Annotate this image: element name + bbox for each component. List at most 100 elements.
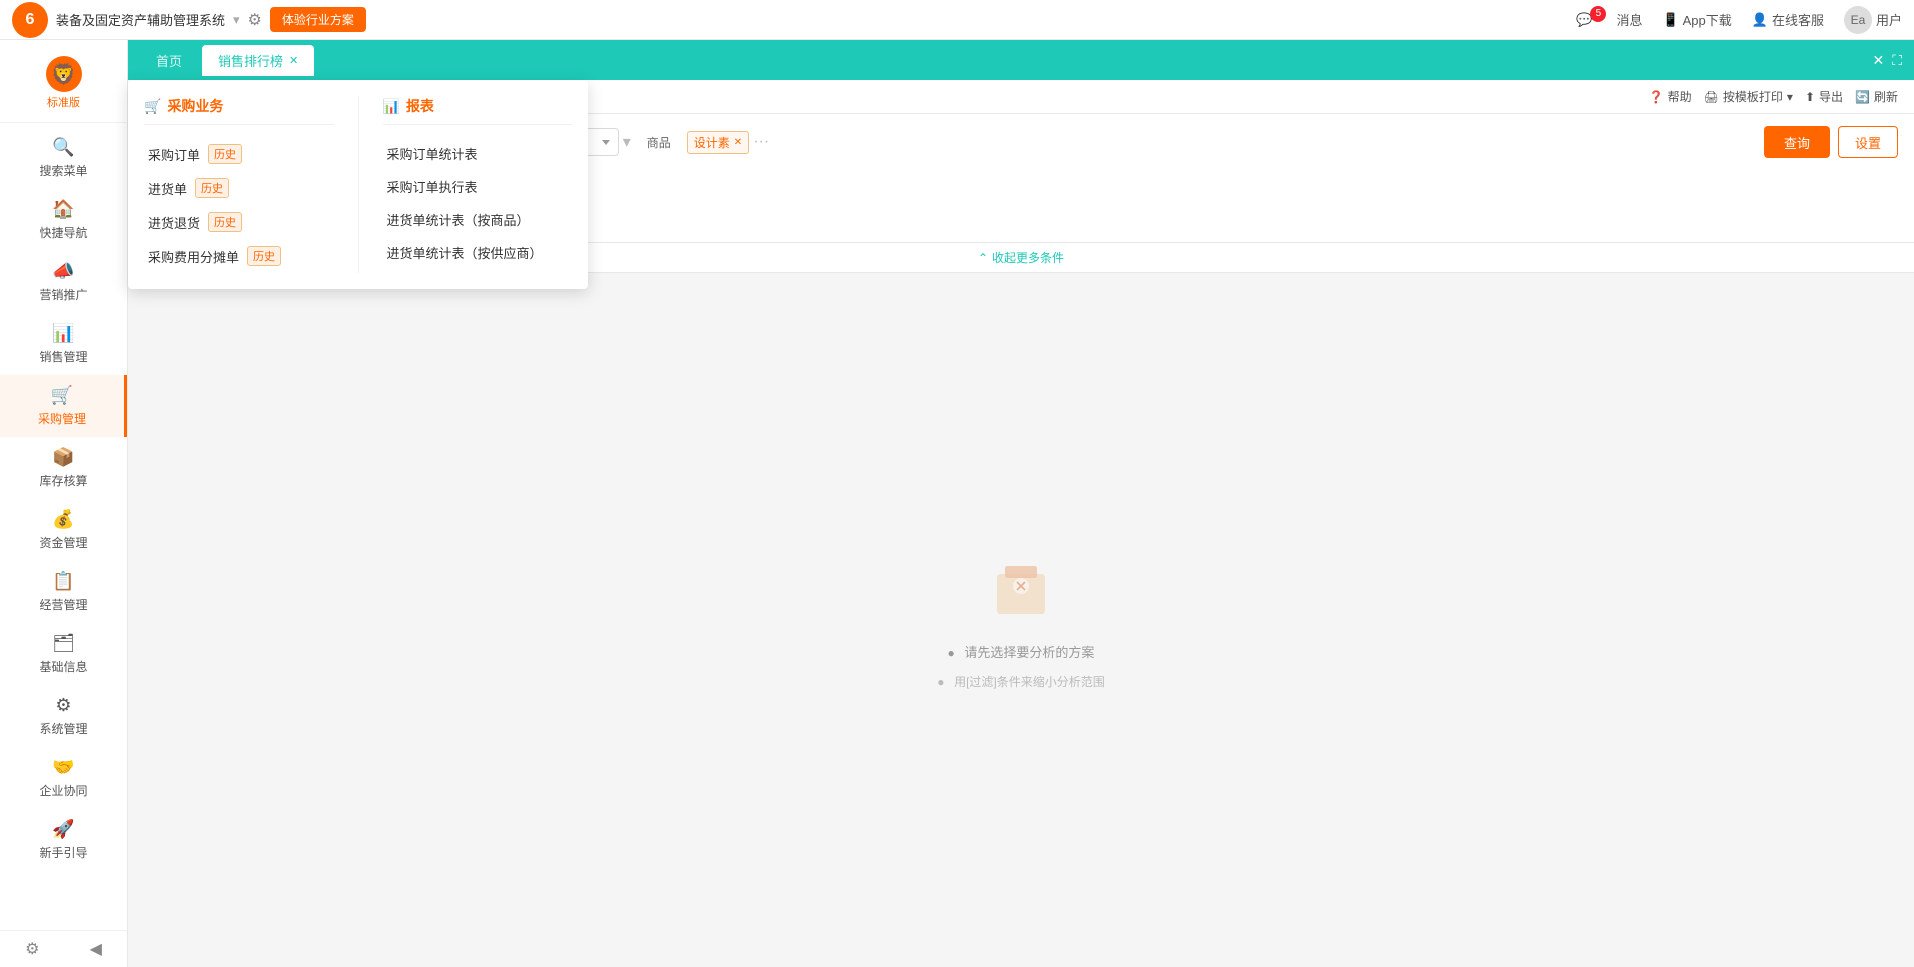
tab-close-all-icon[interactable]: ✕ (1872, 52, 1884, 69)
sidebar-item-sales[interactable]: 📊 销售管理 (0, 313, 127, 375)
dropdown-item-label: 进货退货 (148, 213, 200, 232)
sidebar-item-purchase[interactable]: 🛒 采购管理 (0, 375, 127, 437)
status-more-btn[interactable]: ▾ (623, 132, 631, 152)
dropdown-item-po-exec[interactable]: 采购订单执行表 (383, 170, 573, 203)
dropdown-col1-title: 🛒 采购业务 (144, 96, 334, 125)
purchase-icon: 🛒 (51, 385, 73, 406)
sidebar-item-system[interactable]: ⚙ 系统管理 (0, 685, 127, 747)
export-icon: ⬆ (1805, 90, 1815, 104)
dropdown-item-return[interactable]: 进货退货 历史 (144, 205, 334, 239)
tab-bar-right: ✕ ⛶ (1872, 52, 1902, 69)
tab-expand-icon[interactable]: ⛶ (1892, 52, 1902, 69)
sidebar-label-quick-nav: 快捷导航 (39, 224, 87, 241)
sidebar-item-basic-info[interactable]: 🗂 基础信息 (0, 623, 127, 685)
app-download-item[interactable]: 📱 App下载 (1662, 10, 1731, 29)
search-icon: 🔍 (52, 137, 74, 158)
export-button[interactable]: ⬆ 导出 (1805, 88, 1843, 105)
tab-sales-rank[interactable]: 销售排行榜 ✕ (202, 45, 314, 76)
print-dropdown-icon[interactable]: ▾ (1787, 90, 1793, 104)
history-badge: 历史 (208, 212, 242, 232)
sidebar-item-guide[interactable]: 🚀 新手引导 (0, 809, 127, 871)
settings-button[interactable]: 设置 (1838, 126, 1898, 158)
tab-home[interactable]: 首页 (140, 45, 198, 76)
sidebar-item-quick-nav[interactable]: 🏠 快捷导航 (0, 189, 127, 251)
sidebar-item-operations[interactable]: 📋 经营管理 (0, 561, 127, 623)
sidebar-label-sales: 销售管理 (39, 348, 87, 365)
refresh-button[interactable]: 🔄 刷新 (1855, 88, 1898, 105)
goods-tag-close[interactable]: ✕ (734, 137, 742, 148)
history-badge: 历史 (247, 246, 281, 266)
avatar: Ea (1844, 6, 1872, 34)
print-icon: 🖨 (1704, 90, 1719, 104)
operations-icon: 📋 (52, 571, 74, 592)
tab-bar: 首页 销售排行榜 ✕ ✕ ⛶ (128, 40, 1914, 80)
goods-more-btn[interactable]: ··· (753, 133, 769, 151)
dropdown-col-purchase: 🛒 采购业务 采购订单 历史 进货单 历史 进货退货 历史 采购费用分摊单 历史 (144, 96, 334, 273)
top-bar-actions: 体验行业方案 (270, 7, 366, 32)
empty-text-1: 请先选择要分析的方案 (964, 645, 1094, 660)
sidebar-label-basic-info: 基础信息 (39, 658, 87, 675)
print-button[interactable]: 🖨 按模板打印 ▾ (1704, 88, 1793, 105)
collapse-sidebar-icon[interactable]: ◀ (90, 939, 102, 959)
sidebar-logo-text: 标准版 (47, 94, 80, 110)
dropdown-item-label: 采购订单执行表 (387, 177, 478, 196)
col1-icon: 🛒 (144, 98, 161, 115)
dropdown-col2-title: 📊 报表 (383, 96, 573, 125)
query-button[interactable]: 查询 (1764, 126, 1830, 158)
sidebar-label-purchase: 采购管理 (38, 410, 86, 427)
basic-info-icon: 🗂 (52, 633, 75, 654)
empty-illustration (981, 550, 1061, 630)
tab-close-icon[interactable]: ✕ (289, 54, 298, 67)
sidebar-label-system: 系统管理 (39, 720, 87, 737)
sidebar: 🦁 标准版 🔍 搜索菜单 🏠 快捷导航 📣 营销推广 📊 销售管理 🛒 采购管理… (0, 40, 128, 967)
sidebar-item-search[interactable]: 🔍 搜索菜单 (0, 127, 127, 189)
sidebar-label-inventory: 库存核算 (39, 472, 87, 489)
finance-icon: 💰 (52, 509, 74, 530)
sidebar-logo: 🦁 (46, 56, 82, 92)
dropdown-item-po-stats[interactable]: 采购订单统计表 (383, 137, 573, 170)
dropdown-item-receive-stats-supplier[interactable]: 进货单统计表（按供应商） (383, 236, 573, 269)
dropdown-col-reports: 📊 报表 采购订单统计表 采购订单执行表 进货单统计表（按商品） 进货单统计表（… (383, 96, 573, 273)
message-icon-item[interactable]: 💬 5 消息 (1576, 10, 1642, 29)
system-icon: ⚙ (55, 695, 71, 716)
system-title: 装备及固定资产辅助管理系统 (56, 10, 225, 29)
dropdown-item-label: 采购订单统计表 (387, 144, 478, 163)
tab-sales-rank-label: 销售排行榜 (218, 51, 283, 70)
user-label: 用户 (1876, 10, 1902, 29)
sidebar-item-marketing[interactable]: 📣 营销推广 (0, 251, 127, 313)
phone-icon: 📱 (1662, 12, 1678, 28)
history-badge: 历史 (208, 144, 242, 164)
dropdown-divider (358, 96, 359, 273)
sidebar-label-guide: 新手引导 (39, 844, 87, 861)
message-label: 消息 (1616, 10, 1642, 29)
goods-label: 商品 (647, 134, 671, 151)
dropdown-item-receive-stats-goods[interactable]: 进货单统计表（按商品） (383, 203, 573, 236)
sidebar-item-enterprise[interactable]: 🤝 企业协同 (0, 747, 127, 809)
user-item[interactable]: Ea 用户 (1844, 6, 1902, 34)
sales-icon: 📊 (52, 323, 74, 344)
dropdown-item-receive[interactable]: 进货单 历史 (144, 171, 334, 205)
history-badge: 历史 (195, 178, 229, 198)
enterprise-icon: 🤝 (52, 757, 74, 778)
industry-solution-button[interactable]: 体验行业方案 (270, 7, 366, 32)
service-icon: 👤 (1752, 12, 1768, 28)
dropdown-item-purchase-order[interactable]: 采购订单 历史 (144, 137, 334, 171)
online-service-item[interactable]: 👤 在线客服 (1752, 10, 1824, 29)
settings-icon[interactable]: ⚙ (248, 10, 262, 30)
dropdown-item-expense[interactable]: 采购费用分摊单 历史 (144, 239, 334, 273)
logo-icon: 6 (12, 2, 48, 38)
dropdown-item-label: 采购费用分摊单 (148, 247, 239, 266)
sidebar-label-enterprise: 企业协同 (39, 782, 87, 799)
filter-actions: 查询 设置 (1764, 126, 1898, 158)
sidebar-label-finance: 资金管理 (39, 534, 87, 551)
empty-text-2: 用[过滤]条件来缩小分析范围 (954, 675, 1105, 689)
settings-bottom-icon[interactable]: ⚙ (25, 939, 39, 959)
sidebar-label-marketing: 营销推广 (39, 286, 87, 303)
help-button[interactable]: ❓ 帮助 (1649, 88, 1692, 105)
collapse-label: 收起更多条件 (992, 249, 1064, 266)
sidebar-item-finance[interactable]: 💰 资金管理 (0, 499, 127, 561)
sidebar-item-inventory[interactable]: 📦 库存核算 (0, 437, 127, 499)
inventory-icon: 📦 (52, 447, 74, 468)
purchase-dropdown-menu: 🛒 采购业务 采购订单 历史 进货单 历史 进货退货 历史 采购费用分摊单 历史… (128, 80, 588, 289)
dropdown-icon[interactable]: ▾ (233, 12, 240, 28)
